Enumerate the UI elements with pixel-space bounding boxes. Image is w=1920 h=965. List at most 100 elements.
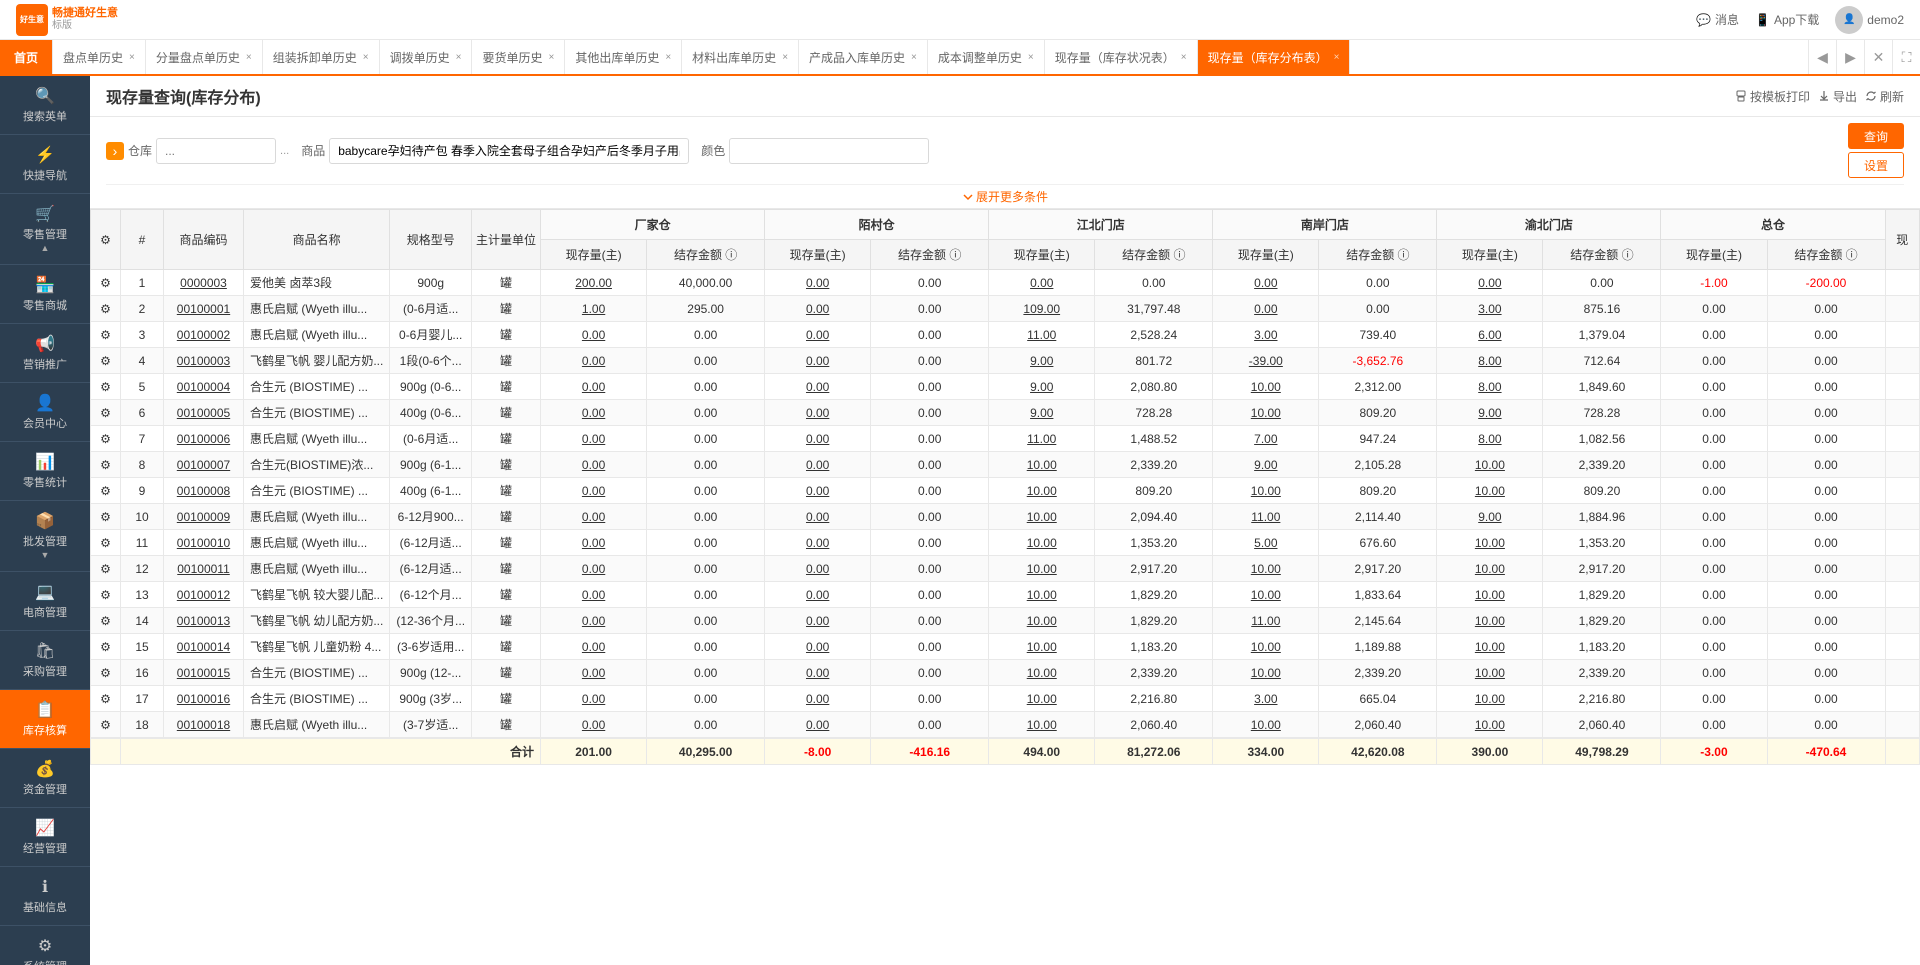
row-gear[interactable]: ⚙ [91,296,121,322]
row-t-qty: 0.00 [1661,530,1767,556]
tab-home[interactable]: 首页 [0,40,53,74]
refresh-icon [1865,90,1877,102]
sidebar-basic-info[interactable]: ℹ 基础信息 [0,867,90,926]
message-btn[interactable]: 💬 消息 [1696,11,1739,28]
tab-1[interactable]: 盘点单历史 × [53,40,146,74]
sidebar-marketing-label: 营销推广 [4,356,86,372]
tab-11-active[interactable]: 现存量（库存分布表） × [1198,40,1351,74]
tab-9[interactable]: 成本调整单历史 × [928,40,1045,74]
close-tab-11[interactable]: × [1334,52,1340,63]
row-vc-qty: 0.00 [765,478,871,504]
row-t-qty: 0.00 [1661,348,1767,374]
table-row: ⚙ 8 00100007 合生元(BIOSTIME)浓... 900g (6-1… [91,452,1920,478]
row-jb-qty: 10.00 [989,582,1095,608]
nav-prev[interactable]: ◀ [1808,40,1836,75]
nav-next[interactable]: ▶ [1836,40,1864,75]
tab-5[interactable]: 要货单历史 × [472,40,565,74]
user-avatar[interactable]: 👤 demo2 [1835,6,1904,34]
row-gear[interactable]: ⚙ [91,530,121,556]
row-gear[interactable]: ⚙ [91,556,121,582]
row-f-amt: 0.00 [647,634,765,660]
tab-10[interactable]: 现存量（库存状况表） × [1045,40,1198,74]
sidebar-retail-mgmt[interactable]: 🛒 零售管理 ▲ [0,194,90,265]
sidebar-purchase[interactable]: 🛍 采购管理 [0,631,90,690]
close-tab-2[interactable]: × [246,52,252,63]
sidebar-operations[interactable]: 📈 经营管理 [0,808,90,867]
row-gear[interactable]: ⚙ [91,374,121,400]
row-gear[interactable]: ⚙ [91,660,121,686]
sidebar-finance[interactable]: 💰 资金管理 [0,749,90,808]
sidebar-marketing[interactable]: 📢 营销推广 [0,324,90,383]
row-yb-qty: 9.00 [1437,504,1543,530]
logo-sub: 标版 [52,20,118,32]
nav-expand[interactable]: ⛶ [1892,40,1920,75]
row-t-qty: 0.00 [1661,452,1767,478]
close-tab-3[interactable]: × [363,52,369,63]
sidebar-wholesale[interactable]: 📦 批发管理 ▼ [0,501,90,572]
tab-2[interactable]: 分量盘点单历史 × [146,40,263,74]
footer-yb-amt: 49,798.29 [1543,738,1661,765]
sidebar-inventory[interactable]: 📋 库存核算 [0,690,90,749]
row-f-amt: 295.00 [647,296,765,322]
nav-close-all[interactable]: ✕ [1864,40,1892,75]
close-tab-8[interactable]: × [911,52,917,63]
close-tab-6[interactable]: × [665,52,671,63]
export-btn[interactable]: 导出 [1818,88,1857,105]
th-current: 现 [1885,210,1919,270]
warehouse-input[interactable] [156,138,276,164]
goods-input[interactable] [329,138,689,164]
row-gear[interactable]: ⚙ [91,452,121,478]
setting-button[interactable]: 设置 [1848,152,1904,178]
row-na-amt: 739.40 [1319,322,1437,348]
row-gear[interactable]: ⚙ [91,270,121,296]
tab-7[interactable]: 材料出库单历史 × [682,40,799,74]
row-gear[interactable]: ⚙ [91,478,121,504]
footer-f-qty: 201.00 [541,738,647,765]
tab-8[interactable]: 产成品入库单历史 × [799,40,928,74]
row-na-amt: 2,105.28 [1319,452,1437,478]
row-gear[interactable]: ⚙ [91,400,121,426]
app-download-btn[interactable]: 📱 App下载 [1755,11,1819,28]
row-vc-amt: 0.00 [871,478,989,504]
row-t-amt: 0.00 [1767,712,1885,739]
row-gear[interactable]: ⚙ [91,686,121,712]
sidebar-retail-stats[interactable]: 📊 零售统计 [0,442,90,501]
tab-4[interactable]: 调拨单历史 × [380,40,473,74]
sidebar-search[interactable]: 🔍 搜索英单 [0,76,90,135]
sidebar-system[interactable]: ⚙ 系统管理 [0,926,90,965]
collapse-btn[interactable]: › [106,142,124,160]
row-vc-amt: 0.00 [871,712,989,739]
row-gear[interactable]: ⚙ [91,504,121,530]
expand-conditions-btn[interactable]: 展开更多条件 [962,188,1048,205]
sidebar-retail-mall[interactable]: 🏪 零售商城 [0,265,90,324]
row-na-qty: 7.00 [1213,426,1319,452]
row-gear[interactable]: ⚙ [91,426,121,452]
tab-3[interactable]: 组装拆卸单历史 × [263,40,380,74]
page-header: 现存量查询(库存分布) 按模板打印 导出 刷新 [90,76,1920,117]
table-container[interactable]: ⚙ # 商品编码 商品名称 规格型号 主计量单位 厂家仓 陌村仓 江北门店 南岸… [90,209,1920,965]
sidebar-members[interactable]: 👤 会员中心 [0,383,90,442]
close-tab-10[interactable]: × [1181,52,1187,63]
row-gear[interactable]: ⚙ [91,348,121,374]
close-tab-9[interactable]: × [1028,52,1034,63]
color-input[interactable] [729,138,929,164]
query-button[interactable]: 查询 [1848,123,1904,149]
row-gear[interactable]: ⚙ [91,608,121,634]
row-gear[interactable]: ⚙ [91,582,121,608]
close-tab-7[interactable]: × [782,52,788,63]
tab-6[interactable]: 其他出库单历史 × [565,40,682,74]
row-gear[interactable]: ⚙ [91,322,121,348]
row-jb-amt: 2,339.20 [1095,660,1213,686]
close-tab-1[interactable]: × [129,52,135,63]
row-gear[interactable]: ⚙ [91,712,121,739]
avatar: 👤 [1835,6,1863,34]
row-unit: 罐 [472,712,541,739]
sidebar-ecommerce[interactable]: 💻 电商管理 [0,572,90,631]
print-btn[interactable]: 按模板打印 [1735,88,1810,105]
close-tab-4[interactable]: × [456,52,462,63]
close-tab-5[interactable]: × [548,52,554,63]
row-gear[interactable]: ⚙ [91,634,121,660]
row-t-amt: 0.00 [1767,634,1885,660]
refresh-btn[interactable]: 刷新 [1865,88,1904,105]
sidebar-nav[interactable]: ⚡ 快捷导航 [0,135,90,194]
